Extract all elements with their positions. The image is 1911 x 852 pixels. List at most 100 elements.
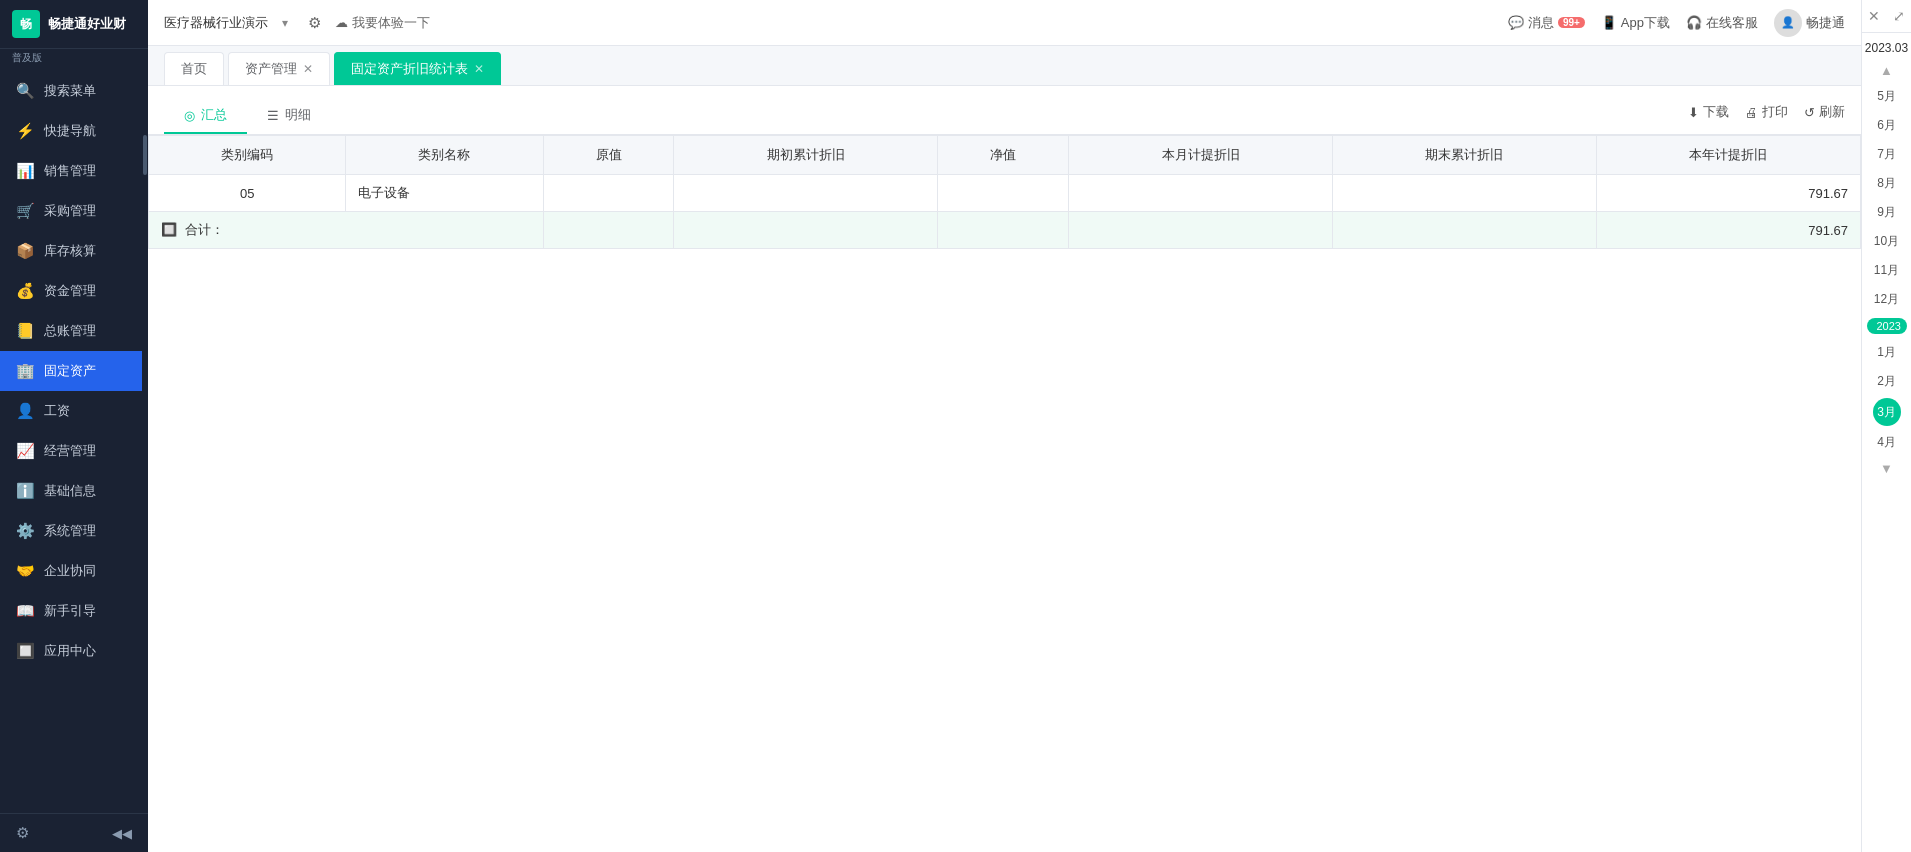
sidebar-item-label: 企业协同 bbox=[44, 562, 96, 580]
cell-monthly-dep bbox=[1069, 175, 1333, 212]
sidebar-footer: ⚙ ◀◀ bbox=[0, 813, 148, 852]
month-item-6[interactable]: 6月 bbox=[1862, 111, 1911, 140]
tab-asset-mgmt-label: 资产管理 bbox=[245, 60, 297, 78]
month-item-12[interactable]: 12月 bbox=[1862, 285, 1911, 314]
col-code: 类别编码 bbox=[149, 136, 346, 175]
sidebar-item-label: 资金管理 bbox=[44, 282, 96, 300]
user-label: 畅捷通 bbox=[1806, 14, 1845, 32]
refresh-icon: ↺ bbox=[1804, 105, 1815, 120]
panel-close-button[interactable]: ✕ bbox=[1868, 8, 1880, 24]
quick-nav-icon: ⚡ bbox=[16, 122, 34, 140]
panel-expand-button[interactable]: ⤢ bbox=[1893, 8, 1905, 24]
sidebar-item-app-center[interactable]: 🔲 应用中心 bbox=[0, 631, 142, 671]
collapse-icon[interactable]: ◀◀ bbox=[112, 826, 132, 841]
sidebar-item-quick-nav[interactable]: ⚡ 快捷导航 bbox=[0, 111, 142, 151]
depreciation-table: 类别编码 类别名称 原值 期初累计折旧 净值 本月计提折旧 期末累计折旧 本年计… bbox=[148, 135, 1861, 249]
month-item-3-active[interactable]: 3月 bbox=[1873, 398, 1901, 426]
sidebar-item-label: 搜索菜单 bbox=[44, 82, 96, 100]
sidebar-item-payroll[interactable]: 👤 工资 bbox=[0, 391, 142, 431]
month-item-10[interactable]: 10月 bbox=[1862, 227, 1911, 256]
year-label: 2023.03 bbox=[1862, 33, 1911, 59]
month-item-5[interactable]: 5月 bbox=[1862, 82, 1911, 111]
nav-tabs: 首页 资产管理 ✕ 固定资产折旧统计表 ✕ bbox=[148, 46, 1861, 86]
messages-label: 消息 bbox=[1528, 14, 1554, 32]
tab-depreciation-report-label: 固定资产折旧统计表 bbox=[351, 60, 468, 78]
sidebar-item-inventory[interactable]: 📦 库存核算 bbox=[0, 231, 142, 271]
settings-button[interactable]: ⚙ bbox=[302, 12, 327, 34]
online-service-button[interactable]: 🎧 在线客服 bbox=[1686, 14, 1758, 32]
sidebar-item-label: 工资 bbox=[44, 402, 70, 420]
sidebar-item-purchase[interactable]: 🛒 采购管理 bbox=[0, 191, 142, 231]
tab-depreciation-report[interactable]: 固定资产折旧统计表 ✕ bbox=[334, 52, 501, 85]
cell-net bbox=[938, 175, 1069, 212]
topbar: 医疗器械行业演示 ▾ ⚙ ☁ 我要体验一下 💬 消息 99+ 📱 App下载 🎧… bbox=[148, 0, 1861, 46]
month-item-8[interactable]: 8月 bbox=[1862, 169, 1911, 198]
tab-home[interactable]: 首页 bbox=[164, 52, 224, 85]
col-name: 类别名称 bbox=[346, 136, 543, 175]
print-button[interactable]: 🖨 打印 bbox=[1745, 103, 1788, 121]
month-item-1[interactable]: 1月 bbox=[1862, 338, 1911, 367]
ledger-icon: 📒 bbox=[16, 322, 34, 340]
right-panel-header: ✕ ⤢ bbox=[1862, 0, 1911, 33]
cloud-icon: ☁ bbox=[335, 15, 348, 30]
scroll-down-arrow[interactable]: ▼ bbox=[1876, 457, 1897, 480]
experience-button[interactable]: ☁ 我要体验一下 bbox=[335, 14, 430, 32]
messages-badge: 99+ bbox=[1558, 17, 1585, 28]
sidebar-item-system[interactable]: ⚙️ 系统管理 bbox=[0, 511, 142, 551]
basic-info-icon: ℹ️ bbox=[16, 482, 34, 500]
col-end-accum: 期末累计折旧 bbox=[1333, 136, 1597, 175]
sidebar-header: 畅 畅捷通好业财 bbox=[0, 0, 148, 49]
company-dropdown-button[interactable]: ▾ bbox=[276, 14, 294, 32]
cell-name: 电子设备 bbox=[346, 175, 543, 212]
sidebar-item-label: 销售管理 bbox=[44, 162, 96, 180]
print-icon: 🖨 bbox=[1745, 105, 1758, 120]
app-download-button[interactable]: 📱 App下载 bbox=[1601, 14, 1670, 32]
sidebar-item-ledger[interactable]: 📒 总账管理 bbox=[0, 311, 142, 351]
user-menu[interactable]: 👤 畅捷通 bbox=[1774, 9, 1845, 37]
messages-button[interactable]: 💬 消息 99+ bbox=[1508, 14, 1585, 32]
download-label: 下载 bbox=[1703, 103, 1729, 121]
month-item-2[interactable]: 2月 bbox=[1862, 367, 1911, 396]
sub-tab-summary[interactable]: ◎ 汇总 bbox=[164, 98, 247, 134]
sidebar-item-guide[interactable]: 📖 新手引导 bbox=[0, 591, 142, 631]
inventory-icon: 📦 bbox=[16, 242, 34, 260]
sidebar-item-operations[interactable]: 📈 经营管理 bbox=[0, 431, 142, 471]
cell-yearly-dep: 791.67 bbox=[1596, 175, 1860, 212]
col-yearly-dep: 本年计提折旧 bbox=[1596, 136, 1860, 175]
refresh-button[interactable]: ↺ 刷新 bbox=[1804, 103, 1845, 121]
sidebar-item-cooperation[interactable]: 🤝 企业协同 bbox=[0, 551, 142, 591]
month-item-4[interactable]: 4月 bbox=[1862, 428, 1911, 457]
sidebar: 畅 畅捷通好业财 普及版 🔍 搜索菜单 ⚡ 快捷导航 📊 销售管理 🛒 采购管理 bbox=[0, 0, 148, 852]
col-original: 原值 bbox=[543, 136, 674, 175]
tab-asset-mgmt[interactable]: 资产管理 ✕ bbox=[228, 52, 330, 85]
sidebar-item-label: 固定资产 bbox=[44, 362, 96, 380]
company-name: 医疗器械行业演示 bbox=[164, 14, 268, 32]
purchase-icon: 🛒 bbox=[16, 202, 34, 220]
tab-asset-mgmt-close[interactable]: ✕ bbox=[303, 62, 313, 76]
sidebar-item-label: 新手引导 bbox=[44, 602, 96, 620]
finance-icon: 💰 bbox=[16, 282, 34, 300]
sub-tabs: ◎ 汇总 ☰ 明细 ⬇ 下载 🖨 打印 ↺ 刷 bbox=[148, 86, 1861, 135]
sidebar-item-search[interactable]: 🔍 搜索菜单 bbox=[0, 71, 142, 111]
month-item-9[interactable]: 9月 bbox=[1862, 198, 1911, 227]
sub-tab-detail[interactable]: ☰ 明细 bbox=[247, 98, 331, 134]
tab-depreciation-report-close[interactable]: ✕ bbox=[474, 62, 484, 76]
sidebar-item-fixed-assets[interactable]: 🏢 固定资产 bbox=[0, 351, 142, 391]
settings-icon[interactable]: ⚙ bbox=[16, 824, 29, 842]
download-button[interactable]: ⬇ 下载 bbox=[1688, 103, 1729, 121]
app-title: 畅捷通好业财 bbox=[48, 15, 126, 33]
scroll-up-arrow[interactable]: ▲ bbox=[1876, 59, 1897, 82]
month-item-7[interactable]: 7月 bbox=[1862, 140, 1911, 169]
operations-icon: 📈 bbox=[16, 442, 34, 460]
app-download-icon: 📱 bbox=[1601, 15, 1617, 30]
guide-icon: 📖 bbox=[16, 602, 34, 620]
sidebar-item-sales[interactable]: 📊 销售管理 bbox=[0, 151, 142, 191]
topbar-left: 医疗器械行业演示 ▾ ⚙ ☁ 我要体验一下 bbox=[164, 12, 430, 34]
fixed-assets-icon: 🏢 bbox=[16, 362, 34, 380]
month-item-11[interactable]: 11月 bbox=[1862, 256, 1911, 285]
sidebar-item-basic-info[interactable]: ℹ️ 基础信息 bbox=[0, 471, 142, 511]
system-icon: ⚙️ bbox=[16, 522, 34, 540]
logo-icon: 畅 bbox=[12, 10, 40, 38]
sidebar-item-finance[interactable]: 💰 资金管理 bbox=[0, 271, 142, 311]
subtotal-original bbox=[543, 212, 674, 249]
